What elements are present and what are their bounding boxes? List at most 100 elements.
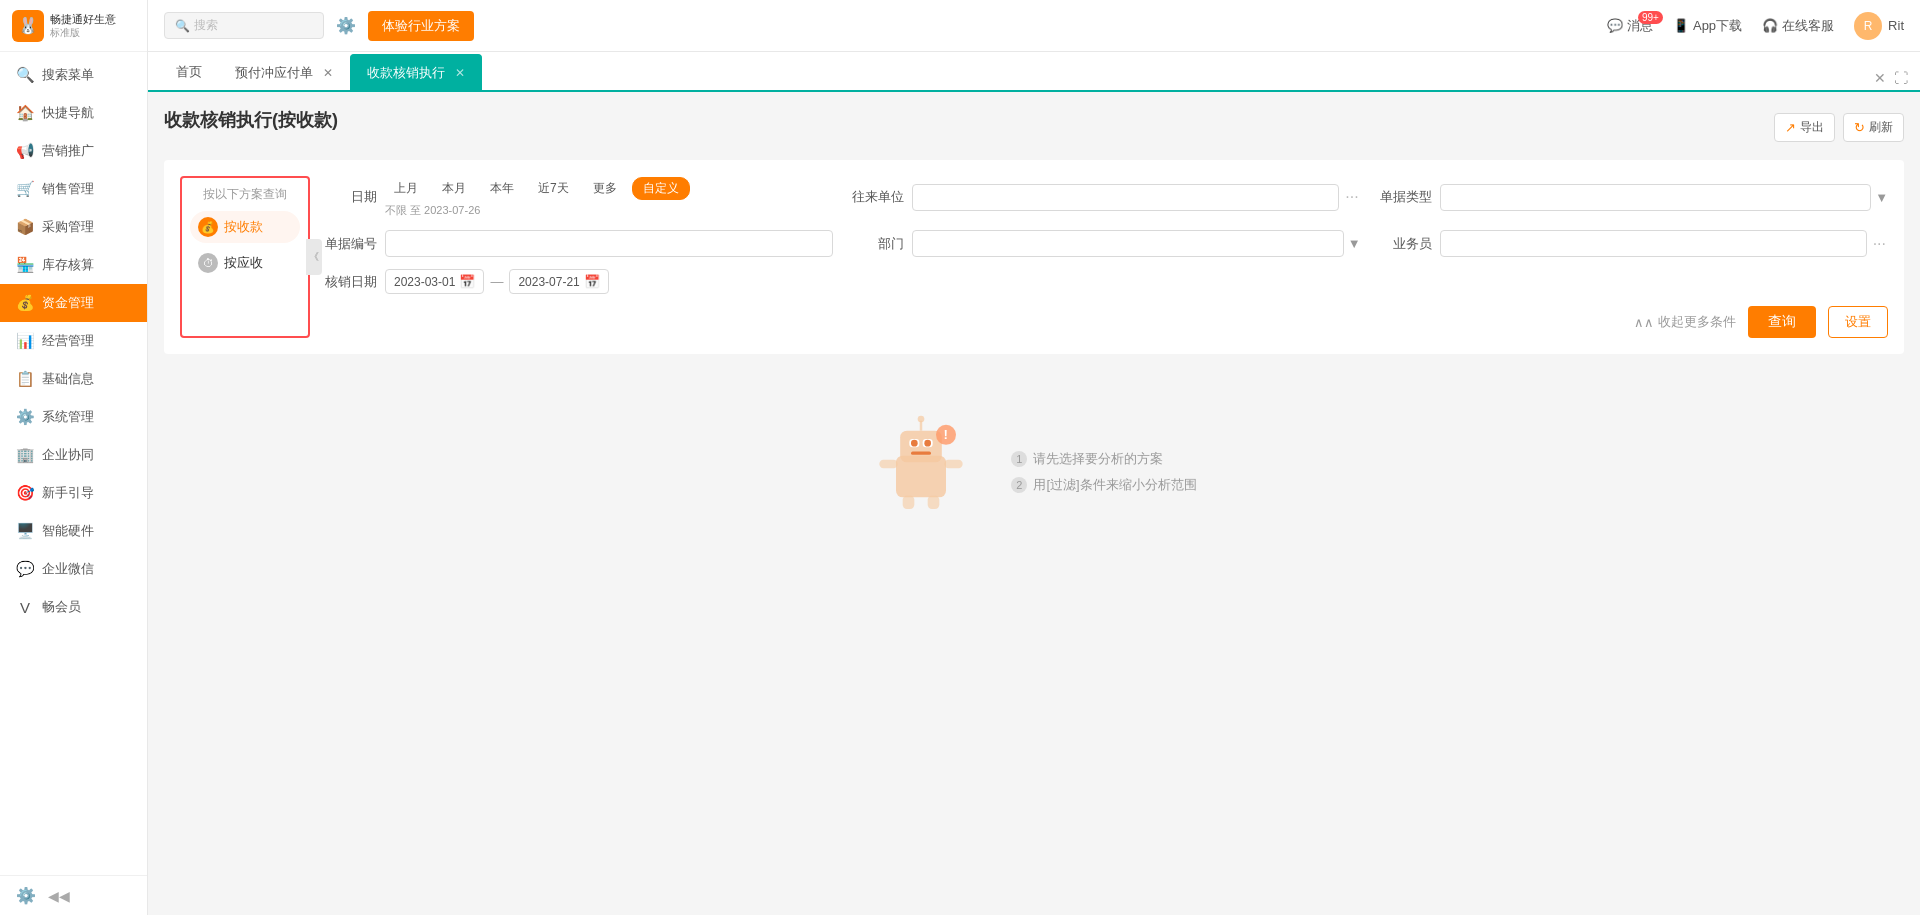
tab-home[interactable]: 首页 — [160, 54, 218, 90]
user-info[interactable]: R Rit — [1854, 12, 1904, 40]
counterpart-input[interactable] — [912, 184, 1339, 211]
tab-receipt[interactable]: 收款核销执行 ✕ — [350, 54, 482, 90]
svg-rect-6 — [911, 452, 931, 455]
filter-bottom-row: ∧∧ 收起更多条件 查询 设置 — [322, 306, 1888, 338]
more-conditions-toggle[interactable]: ∧∧ 收起更多条件 — [1634, 309, 1736, 335]
sidebar-label-capital: 资金管理 — [42, 294, 94, 312]
verify-date-end-wrap[interactable]: 2023-07-21 📅 — [509, 269, 608, 294]
chevron-up-icon: ∧∧ — [1634, 315, 1654, 330]
sales-icon: 🛒 — [16, 180, 34, 198]
topbar-right: 💬 消息 99+ 📱 App下载 🎧 在线客服 R Rit — [1607, 12, 1904, 40]
headset-icon: 🎧 — [1762, 18, 1778, 33]
sidebar-logo: 🐰 畅捷通好生意 标准版 — [0, 0, 147, 52]
sidebar-label-enterprise: 企业协同 — [42, 446, 94, 464]
verify-date-range: 2023-03-01 📅 — 2023-07-21 📅 — [385, 269, 609, 294]
dept-input[interactable] — [912, 230, 1343, 257]
page-content: 收款核销执行(按收款) ↗ 导出 ↻ 刷新 按以下方案查询 💰 按收款 — [148, 92, 1920, 915]
sidebar-item-wechat[interactable]: 💬 企业微信 — [0, 550, 147, 588]
verify-date-row: 核销日期 2023-03-01 📅 — 2023-07-21 📅 — [322, 269, 839, 294]
staff-input[interactable] — [1440, 230, 1867, 257]
sidebar-item-sales[interactable]: 🛒 销售管理 — [0, 170, 147, 208]
sidebar-item-purchase[interactable]: 📦 采购管理 — [0, 208, 147, 246]
sidebar-item-hardware[interactable]: 🖥️ 智能硬件 — [0, 512, 147, 550]
export-icon: ↗ — [1785, 120, 1796, 135]
docno-filter-row: 单据编号 — [322, 230, 833, 257]
tip-num-1: 1 — [1011, 451, 1027, 467]
page-title: 收款核销执行(按收款) — [164, 108, 338, 132]
date-btn-7days[interactable]: 近7天 — [529, 176, 578, 201]
guide-icon: 🎯 — [16, 484, 34, 502]
doctype-filter-row: 单据类型 ▼ — [1377, 184, 1888, 211]
marketing-icon: 📢 — [16, 142, 34, 160]
tab-close-prepay[interactable]: ✕ — [323, 66, 333, 80]
sidebar-item-member[interactable]: V 畅会员 — [0, 588, 147, 626]
svg-rect-8 — [945, 460, 963, 468]
sidebar-item-operation[interactable]: 📊 经营管理 — [0, 322, 147, 360]
sidebar-bottom: ⚙️ ◀◀ — [0, 875, 147, 915]
member-icon: V — [16, 598, 34, 616]
svg-rect-9 — [903, 496, 915, 509]
logo-icon: 🐰 — [12, 10, 44, 42]
operation-icon: 📊 — [16, 332, 34, 350]
sidebar-item-guide[interactable]: 🎯 新手引导 — [0, 474, 147, 512]
tab-prepay[interactable]: 预付冲应付单 ✕ — [218, 54, 350, 90]
counterpart-more-icon[interactable]: ··· — [1343, 188, 1360, 206]
date-range-display: 不限 至 2023-07-26 — [385, 203, 833, 218]
expand-icon[interactable]: ⛶ — [1894, 70, 1908, 86]
sidebar-label-member: 畅会员 — [42, 598, 81, 616]
counterpart-label: 往来单位 — [849, 188, 904, 206]
verify-date-start-wrap[interactable]: 2023-03-01 📅 — [385, 269, 484, 294]
gear-icon[interactable]: ⚙️ — [336, 16, 356, 35]
sidebar-item-inventory[interactable]: 🏪 库存核算 — [0, 246, 147, 284]
empty-tips: 1 请先选择要分析的方案 2 用[过滤]条件来缩小分析范围 — [1011, 446, 1196, 498]
close-all-icon[interactable]: ✕ — [1874, 70, 1886, 86]
filter-option-by-receivable[interactable]: ⏱ 按应收 — [190, 247, 300, 279]
dept-dropdown-icon[interactable]: ▼ — [1348, 236, 1361, 251]
export-button[interactable]: ↗ 导出 — [1774, 113, 1835, 142]
docno-input[interactable] — [385, 230, 833, 257]
filter-option-by-receipt[interactable]: 💰 按收款 — [190, 211, 300, 243]
quick-nav-icon: 🏠 — [16, 104, 34, 122]
verify-date-label: 核销日期 — [322, 273, 377, 291]
calendar-end-icon: 📅 — [584, 274, 600, 289]
settings-button[interactable]: 设置 — [1828, 306, 1888, 338]
sidebar-item-marketing[interactable]: 📢 营销推广 — [0, 132, 147, 170]
search-icon: 🔍 — [16, 66, 34, 84]
date-btn-this-month[interactable]: 本月 — [433, 176, 475, 201]
sidebar-item-capital[interactable]: 💰 资金管理 — [0, 284, 147, 322]
sidebar-item-enterprise[interactable]: 🏢 企业协同 — [0, 436, 147, 474]
settings-icon[interactable]: ⚙️ — [16, 886, 36, 905]
collapse-icon[interactable]: ◀◀ — [48, 888, 70, 904]
tip-num-2: 2 — [1011, 477, 1027, 493]
topbar-search-display: 🔍 搜索 — [164, 12, 324, 39]
date-btn-this-year[interactable]: 本年 — [481, 176, 523, 201]
sidebar-item-search[interactable]: 🔍 搜索菜单 — [0, 56, 147, 94]
refresh-button[interactable]: ↻ 刷新 — [1843, 113, 1904, 142]
tab-close-receipt[interactable]: ✕ — [455, 66, 465, 80]
date-btn-last-month[interactable]: 上月 — [385, 176, 427, 201]
avatar: R — [1854, 12, 1882, 40]
message-badge[interactable]: 💬 消息 99+ — [1607, 17, 1653, 35]
sidebar-item-quick-nav[interactable]: 🏠 快捷导航 — [0, 94, 147, 132]
receivable-icon: ⏱ — [198, 253, 218, 273]
query-button[interactable]: 查询 — [1748, 306, 1816, 338]
online-service[interactable]: 🎧 在线客服 — [1762, 17, 1834, 35]
staff-more-icon[interactable]: ··· — [1871, 235, 1888, 253]
doctype-input-wrap: ▼ — [1440, 184, 1888, 211]
svg-text:!: ! — [944, 427, 948, 442]
enterprise-icon: 🏢 — [16, 446, 34, 464]
date-btn-more[interactable]: 更多 — [584, 176, 626, 201]
collapse-filter-btn[interactable]: 《 — [306, 239, 322, 275]
sidebar-item-system[interactable]: ⚙️ 系统管理 — [0, 398, 147, 436]
capital-icon: 💰 — [16, 294, 34, 312]
solution-button[interactable]: 体验行业方案 — [368, 11, 474, 41]
doctype-input[interactable] — [1440, 184, 1871, 211]
doctype-dropdown-icon[interactable]: ▼ — [1875, 190, 1888, 205]
inventory-icon: 🏪 — [16, 256, 34, 274]
app-download[interactable]: 📱 App下载 — [1673, 17, 1742, 35]
sidebar-label-wechat: 企业微信 — [42, 560, 94, 578]
date-btn-custom[interactable]: 自定义 — [632, 177, 690, 200]
purchase-icon: 📦 — [16, 218, 34, 236]
sidebar-item-basic[interactable]: 📋 基础信息 — [0, 360, 147, 398]
sidebar-label-hardware: 智能硬件 — [42, 522, 94, 540]
